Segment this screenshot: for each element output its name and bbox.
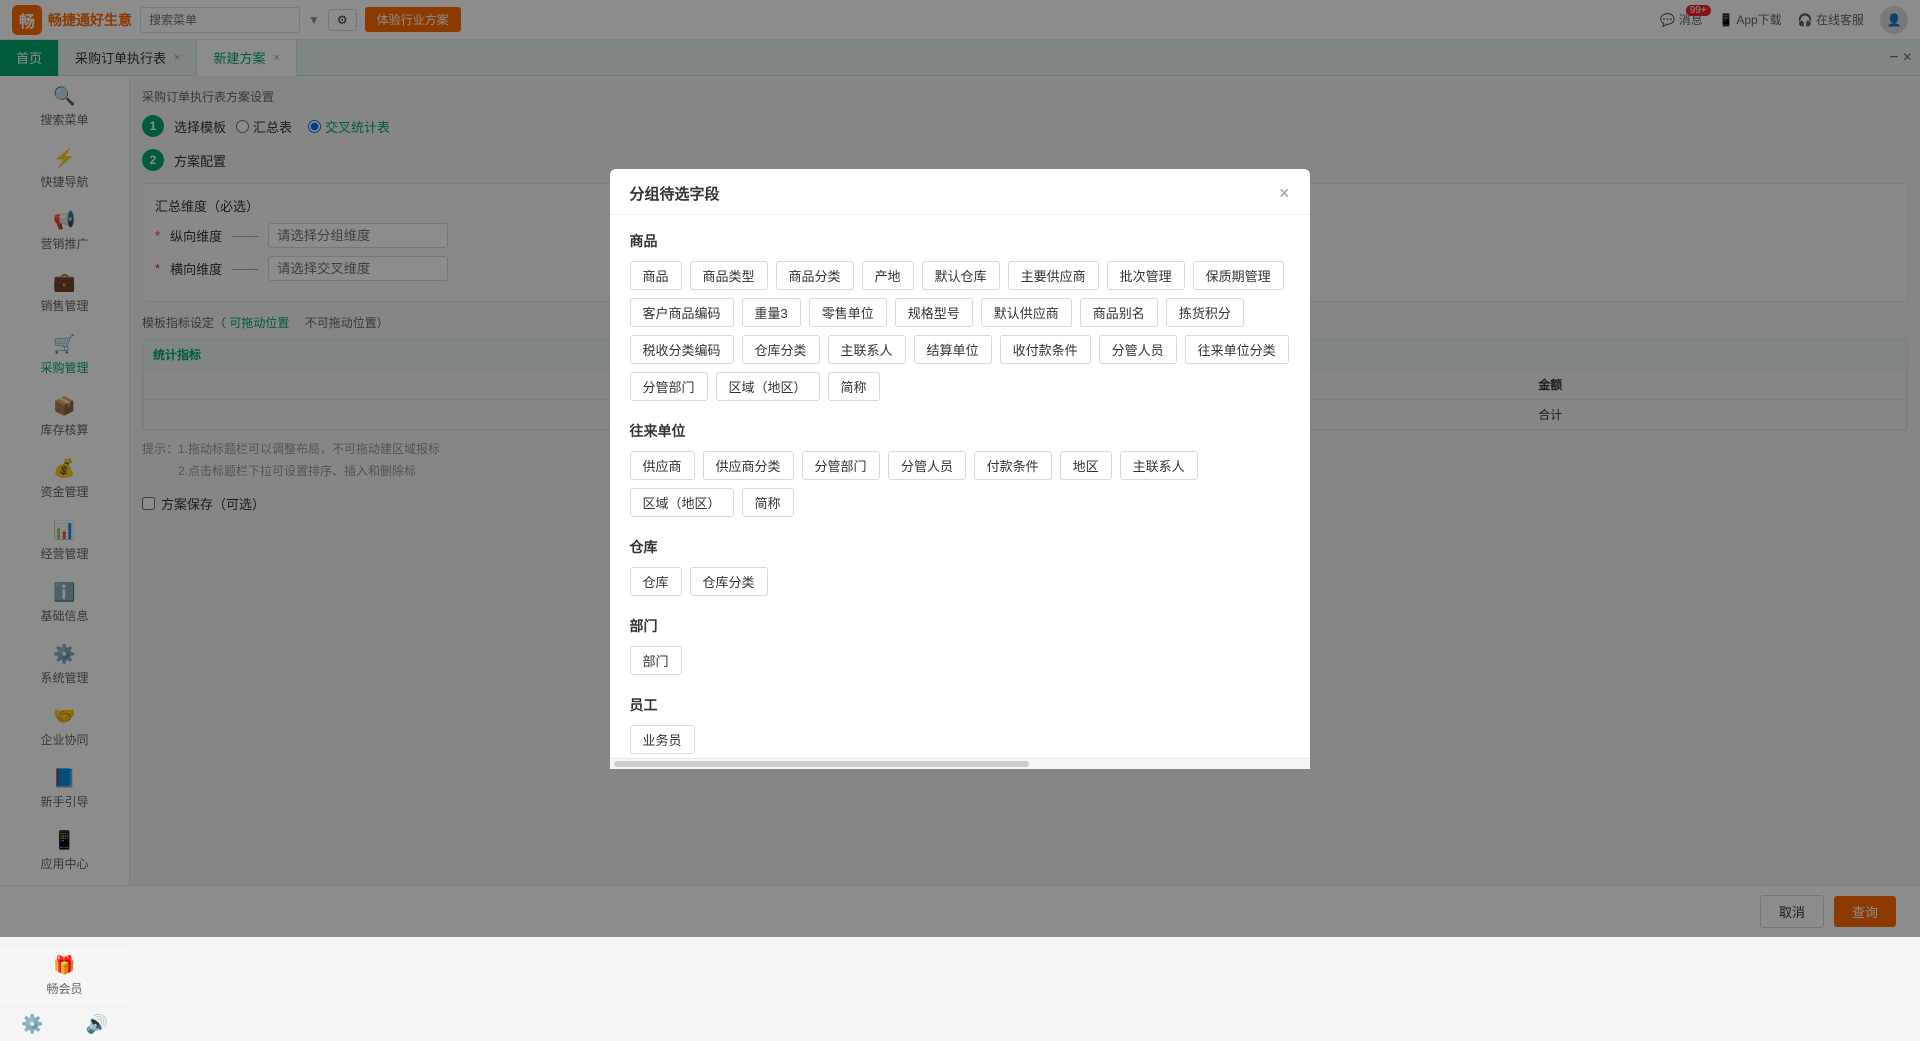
field-tag-managed-staff[interactable]: 分管人员 [888,451,966,480]
sidebar-audio-btn[interactable]: 🔊 [86,1014,108,1035]
field-tag-warehouse-cat[interactable]: 仓库分类 [690,567,768,596]
field-select-modal: 分组待选字段 × 商品 商品 商品类型 商品分类 产地 默认仓库 主要供应商 批… [610,169,1310,769]
hscroll-thumb[interactable] [614,761,1029,767]
field-tag-dept[interactable]: 分管部门 [630,372,708,401]
field-tag-main-supplier[interactable]: 主要供应商 [1008,261,1099,290]
field-tags-partner: 供应商 供应商分类 分管部门 分管人员 付款条件 地区 主联系人 区域（地区） … [630,451,1290,517]
sidebar-member-label: 畅会员 [46,980,82,997]
sidebar-gear-btn[interactable]: ⚙️ [21,1014,43,1035]
field-tag-short-name[interactable]: 简称 [828,372,880,401]
field-tag-main-contact2[interactable]: 主联系人 [1120,451,1198,480]
field-tags-employee: 业务员 [630,725,1290,754]
field-tag-tax-code[interactable]: 税收分类编码 [630,335,734,364]
field-group-partner: 往来单位 供应商 供应商分类 分管部门 分管人员 付款条件 地区 主联系人 区域… [630,421,1290,517]
field-tags-warehouse: 仓库 仓库分类 [630,567,1290,596]
field-group-partner-title: 往来单位 [630,421,1290,441]
field-tag-default-supplier[interactable]: 默认供应商 [981,298,1072,327]
field-tag-managed-dept[interactable]: 分管部门 [802,451,880,480]
modal-close-btn[interactable]: × [1279,183,1290,204]
field-tag-warehouse-category[interactable]: 仓库分类 [742,335,820,364]
field-group-goods: 商品 商品 商品类型 商品分类 产地 默认仓库 主要供应商 批次管理 保质期管理… [630,231,1290,401]
field-tag-warehouse[interactable]: 仓库 [630,567,682,596]
field-group-department: 部门 部门 [630,616,1290,675]
modal-body[interactable]: 商品 商品 商品类型 商品分类 产地 默认仓库 主要供应商 批次管理 保质期管理… [610,215,1310,758]
field-tag-partner-category[interactable]: 往来单位分类 [1185,335,1289,364]
field-tags-goods: 商品 商品类型 商品分类 产地 默认仓库 主要供应商 批次管理 保质期管理 客户… [630,261,1290,401]
field-group-department-title: 部门 [630,616,1290,636]
field-group-employee-title: 员工 [630,695,1290,715]
modal-title: 分组待选字段 [630,183,720,204]
field-tag-goods-category[interactable]: 商品分类 [776,261,854,290]
field-group-goods-title: 商品 [630,231,1290,251]
modal-hscroll[interactable] [610,758,1310,769]
field-tag-customer-code[interactable]: 客户商品编码 [630,298,734,327]
field-tag-department[interactable]: 部门 [630,646,682,675]
field-tag-salesperson[interactable]: 业务员 [630,725,695,754]
field-tag-area[interactable]: 地区 [1060,451,1112,480]
field-tag-region2[interactable]: 区域（地区） [630,488,734,517]
field-tag-goods[interactable]: 商品 [630,261,682,290]
sidebar-bottom: 🎁 畅会员 ⚙️ 🔊 [0,944,129,1041]
field-tag-alias[interactable]: 商品别名 [1080,298,1158,327]
field-tag-pick-points[interactable]: 拣货积分 [1166,298,1244,327]
field-tag-manager[interactable]: 分管人员 [1099,335,1177,364]
field-tag-supplier-category[interactable]: 供应商分类 [703,451,794,480]
field-tag-spec[interactable]: 规格型号 [895,298,973,327]
field-group-warehouse-title: 仓库 [630,537,1290,557]
field-group-warehouse: 仓库 仓库 仓库分类 [630,537,1290,596]
field-tag-weight3[interactable]: 重量3 [742,298,801,327]
member-icon: 🎁 [53,955,75,976]
field-tag-supplier[interactable]: 供应商 [630,451,695,480]
field-tag-payment-terms[interactable]: 收付款条件 [1000,335,1091,364]
modal-header: 分组待选字段 × [610,169,1310,215]
field-tag-region[interactable]: 区域（地区） [716,372,820,401]
field-tag-pay-terms[interactable]: 付款条件 [974,451,1052,480]
field-group-employee: 员工 业务员 [630,695,1290,754]
field-tag-default-warehouse[interactable]: 默认仓库 [922,261,1000,290]
field-tag-origin[interactable]: 产地 [862,261,914,290]
field-tag-short-name2[interactable]: 简称 [742,488,794,517]
field-tags-department: 部门 [630,646,1290,675]
field-tag-batch-mgmt[interactable]: 批次管理 [1107,261,1185,290]
field-tag-main-contact[interactable]: 主联系人 [828,335,906,364]
field-tag-goods-type[interactable]: 商品类型 [690,261,768,290]
sidebar-item-member[interactable]: 🎁 畅会员 [0,945,129,1007]
field-tag-shelf-life[interactable]: 保质期管理 [1193,261,1284,290]
field-tag-settlement-unit[interactable]: 结算单位 [914,335,992,364]
field-tag-retail-unit[interactable]: 零售单位 [809,298,887,327]
